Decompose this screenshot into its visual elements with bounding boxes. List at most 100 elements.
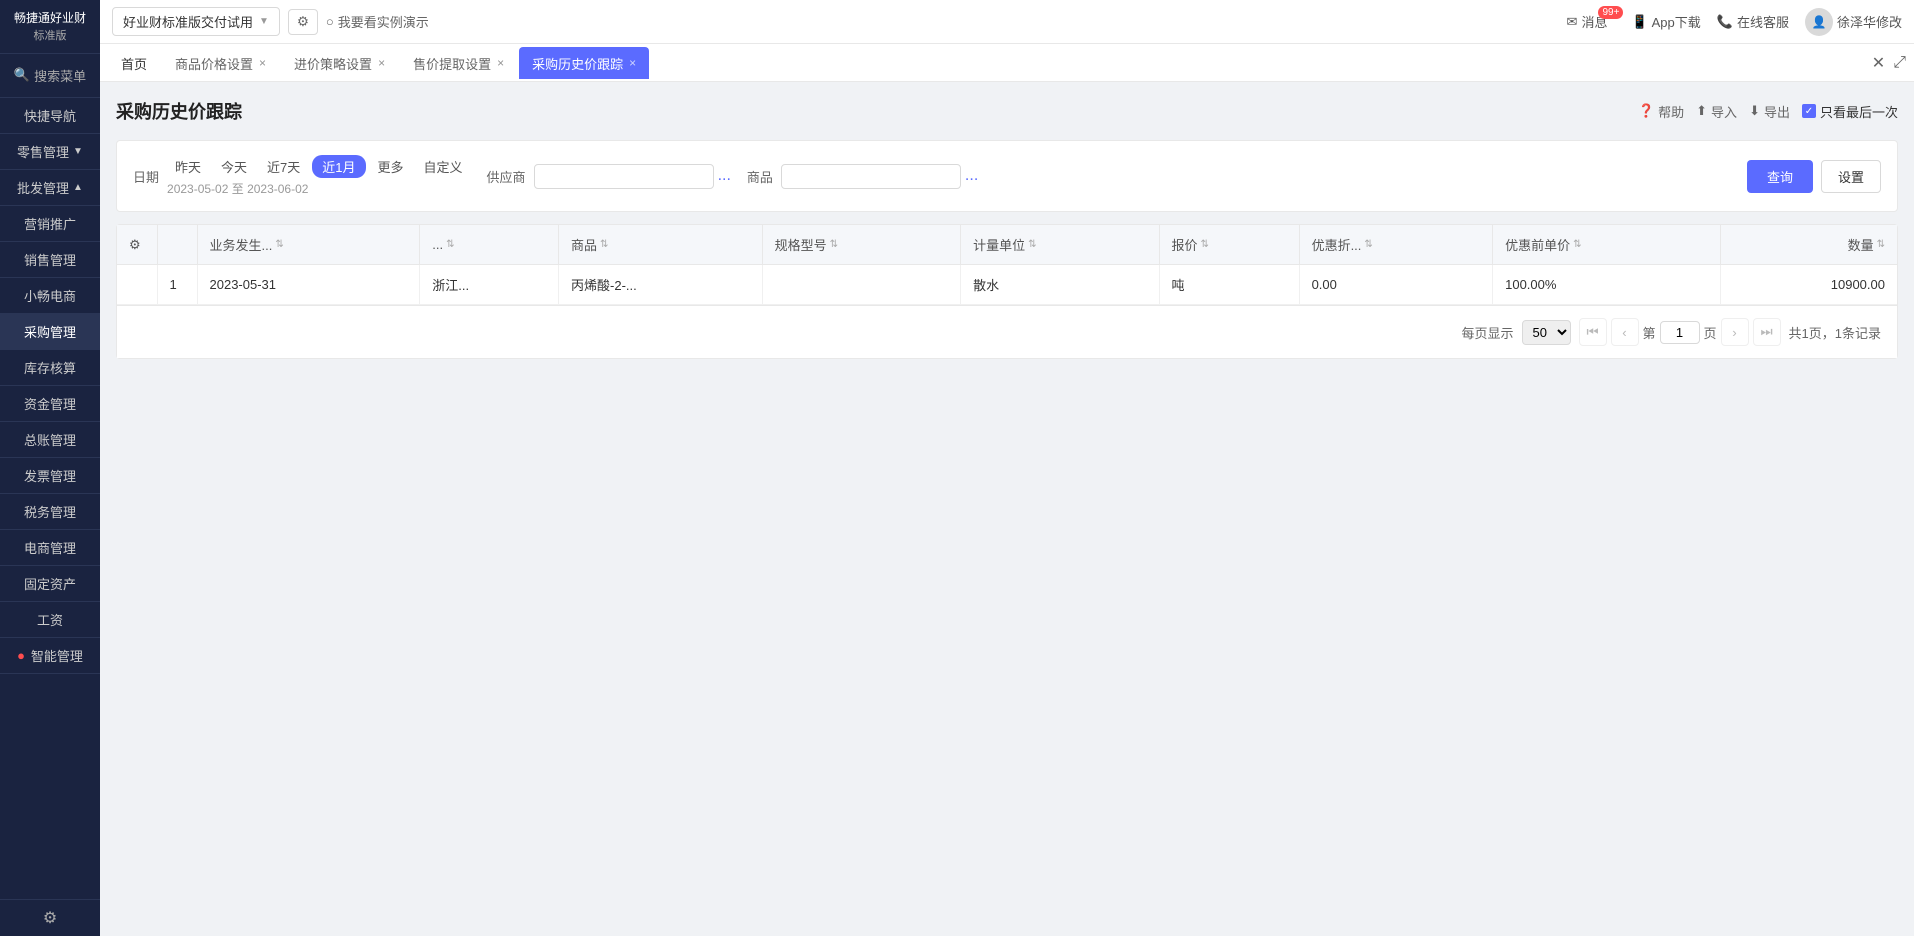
sidebar-item-purchase[interactable]: 采购管理 xyxy=(0,314,100,350)
page-last-button[interactable]: ⏭ xyxy=(1753,318,1781,346)
td-quote: 吨 xyxy=(1159,265,1299,305)
date-opt-more[interactable]: 更多 xyxy=(370,155,412,178)
page-next-button[interactable]: › xyxy=(1721,318,1749,346)
sidebar-item-tax[interactable]: 税务管理 xyxy=(0,494,100,530)
logo-text: 畅捷通好业财 xyxy=(8,10,92,27)
th-quote-label: 报价 xyxy=(1172,235,1198,254)
filter-panel: 日期 昨天 今天 近7天 近1月 更多 自定义 2023-05-02 至 202… xyxy=(116,140,1898,212)
sidebar-item-salary-label: 工资 xyxy=(37,610,63,629)
date-opt-last1m[interactable]: 近1月 xyxy=(312,155,365,178)
topbar-settings-button[interactable]: ⚙ xyxy=(288,9,318,35)
sidebar-item-retail-label: 零售管理 xyxy=(17,142,69,161)
per-page-select[interactable]: 50 xyxy=(1522,320,1571,345)
sidebar-item-marketing[interactable]: 营销推广 xyxy=(0,206,100,242)
sidebar-search[interactable]: 🔍 搜索菜单 xyxy=(0,54,100,98)
goods-input-group: ... xyxy=(781,164,978,189)
supplier-input-group: ... xyxy=(534,164,731,189)
message-badge: 99+ xyxy=(1598,6,1623,19)
goods-more-button[interactable]: ... xyxy=(965,167,978,185)
sidebar-item-ledger[interactable]: 总账管理 xyxy=(0,422,100,458)
supplier-filter: 供应商 ... xyxy=(487,164,731,189)
export-icon: ⬇ xyxy=(1749,103,1760,119)
sidebar-item-retail[interactable]: 零售管理 ▼ xyxy=(0,134,100,170)
user-name: 徐泽华修改 xyxy=(1837,12,1902,31)
search-menu-button[interactable]: 🔍 搜索菜单 xyxy=(8,62,92,89)
th-quantity[interactable]: 数量 ⇅ xyxy=(1720,225,1897,265)
th-quantity-label: 数量 xyxy=(1848,235,1874,254)
tab-history-price-close[interactable]: × xyxy=(629,56,636,70)
tab-sale-price-close[interactable]: × xyxy=(497,56,504,70)
tab-history-price[interactable]: 采购历史价跟踪 × xyxy=(519,47,649,79)
th-gear[interactable]: ⚙ xyxy=(117,225,157,265)
tabbar-right: ✕ ⤢ xyxy=(1872,53,1906,73)
edition-select[interactable]: 好业财标准版交付试用 ▼ xyxy=(112,7,280,36)
td-more: 浙江... xyxy=(420,265,559,305)
sidebar-item-sales[interactable]: 销售管理 xyxy=(0,242,100,278)
demo-button[interactable]: ○ 我要看实例演示 xyxy=(326,12,429,31)
sidebar-quick-nav[interactable]: 快捷导航 xyxy=(0,98,100,134)
sort-icon: ⇅ xyxy=(1028,239,1036,250)
date-opt-custom[interactable]: 自定义 xyxy=(416,155,471,178)
sidebar-item-inventory[interactable]: 库存核算 xyxy=(0,350,100,386)
th-biz-date[interactable]: 业务发生... ⇅ xyxy=(197,225,420,265)
sidebar-item-wholesale[interactable]: 批发管理 ▲ xyxy=(0,170,100,206)
sidebar-item-salary[interactable]: 工资 xyxy=(0,602,100,638)
user-menu-button[interactable]: 👤 徐泽华修改 xyxy=(1805,8,1902,36)
query-button[interactable]: 查询 xyxy=(1747,160,1813,193)
goods-input[interactable] xyxy=(781,164,961,189)
only-last-checkbox-label[interactable]: 只看最后一次 xyxy=(1802,102,1898,121)
app-download-button[interactable]: 📱 App下载 xyxy=(1631,12,1700,31)
page-number-input[interactable] xyxy=(1660,321,1700,344)
page-prev-button[interactable]: ‹ xyxy=(1611,318,1639,346)
date-opt-last7[interactable]: 近7天 xyxy=(259,155,308,178)
page-first-button[interactable]: ⏮ xyxy=(1579,318,1607,346)
date-filter-label: 日期 xyxy=(133,167,159,186)
sidebar-item-marketing-label: 营销推广 xyxy=(24,214,76,233)
tab-close-all-button[interactable]: ✕ xyxy=(1872,53,1885,73)
help-link[interactable]: ❓ 帮助 xyxy=(1638,102,1684,121)
per-page-label: 每页显示 xyxy=(1461,323,1513,342)
th-goods-label: 商品 xyxy=(571,235,597,254)
gear-icon[interactable]: ⚙ xyxy=(129,237,141,252)
th-more[interactable]: ... ⇅ xyxy=(420,225,559,265)
supplier-more-button[interactable]: ... xyxy=(718,167,731,185)
th-pre-discount-price-label: 优惠前单价 xyxy=(1505,235,1570,254)
table-row[interactable]: 1 2023-05-31 浙江... 丙烯酸-2-... 散水 吨 0.00 1… xyxy=(117,265,1897,305)
date-filter: 日期 昨天 今天 近7天 近1月 更多 自定义 2023-05-02 至 202… xyxy=(133,155,471,197)
tab-purchase-strategy-close[interactable]: × xyxy=(378,56,385,70)
th-unit[interactable]: 计量单位 ⇅ xyxy=(961,225,1159,265)
date-opt-yesterday[interactable]: 昨天 xyxy=(167,155,209,178)
sidebar-item-ecom[interactable]: 电商管理 xyxy=(0,530,100,566)
pagination: 每页显示 50 ⏮ ‹ 第 页 › ⏭ 共1页，1条记录 xyxy=(117,305,1897,358)
sidebar-item-invoice[interactable]: 发票管理 xyxy=(0,458,100,494)
sidebar-item-smart[interactable]: ● 智能管理 xyxy=(0,638,100,674)
service-label: 在线客服 xyxy=(1737,12,1789,31)
tab-home[interactable]: 首页 xyxy=(108,47,160,79)
tab-sale-price[interactable]: 售价提取设置 × xyxy=(400,47,517,79)
th-quote[interactable]: 报价 ⇅ xyxy=(1159,225,1299,265)
supplier-input[interactable] xyxy=(534,164,714,189)
th-goods[interactable]: 商品 ⇅ xyxy=(559,225,763,265)
sidebar-item-finance[interactable]: 资金管理 xyxy=(0,386,100,422)
sidebar-item-fixed-assets[interactable]: 固定资产 xyxy=(0,566,100,602)
sidebar-item-ecom-light[interactable]: 小畅电商 xyxy=(0,278,100,314)
td-pre-discount-price: 10900.00 xyxy=(1720,265,1897,305)
sidebar-item-wholesale-label: 批发管理 xyxy=(17,178,69,197)
export-button[interactable]: ⬇ 导出 xyxy=(1749,102,1790,121)
sidebar-settings-icon[interactable]: ⚙ xyxy=(43,910,57,927)
message-button[interactable]: ✉ 消息 99+ xyxy=(1567,12,1616,31)
filter-settings-button[interactable]: 设置 xyxy=(1821,160,1881,193)
tab-purchase-strategy[interactable]: 进价策略设置 × xyxy=(281,47,398,79)
date-opt-today[interactable]: 今天 xyxy=(213,155,255,178)
tab-expand-button[interactable]: ⤢ xyxy=(1893,54,1906,72)
main-area: 好业财标准版交付试用 ▼ ⚙ ○ 我要看实例演示 ✉ 消息 99+ 📱 App下… xyxy=(100,0,1914,936)
tab-price[interactable]: 商品价格设置 × xyxy=(162,47,279,79)
online-service-button[interactable]: 📞 在线客服 xyxy=(1717,12,1789,31)
th-pre-discount-price[interactable]: 优惠前单价 ⇅ xyxy=(1493,225,1721,265)
import-button[interactable]: ⬆ 导入 xyxy=(1696,102,1737,121)
only-last-checkbox[interactable] xyxy=(1802,104,1816,118)
th-spec[interactable]: 规格型号 ⇅ xyxy=(762,225,960,265)
th-discount[interactable]: 优惠折... ⇅ xyxy=(1299,225,1493,265)
logo-sub: 标准版 xyxy=(8,27,92,43)
tab-price-close[interactable]: × xyxy=(259,56,266,70)
